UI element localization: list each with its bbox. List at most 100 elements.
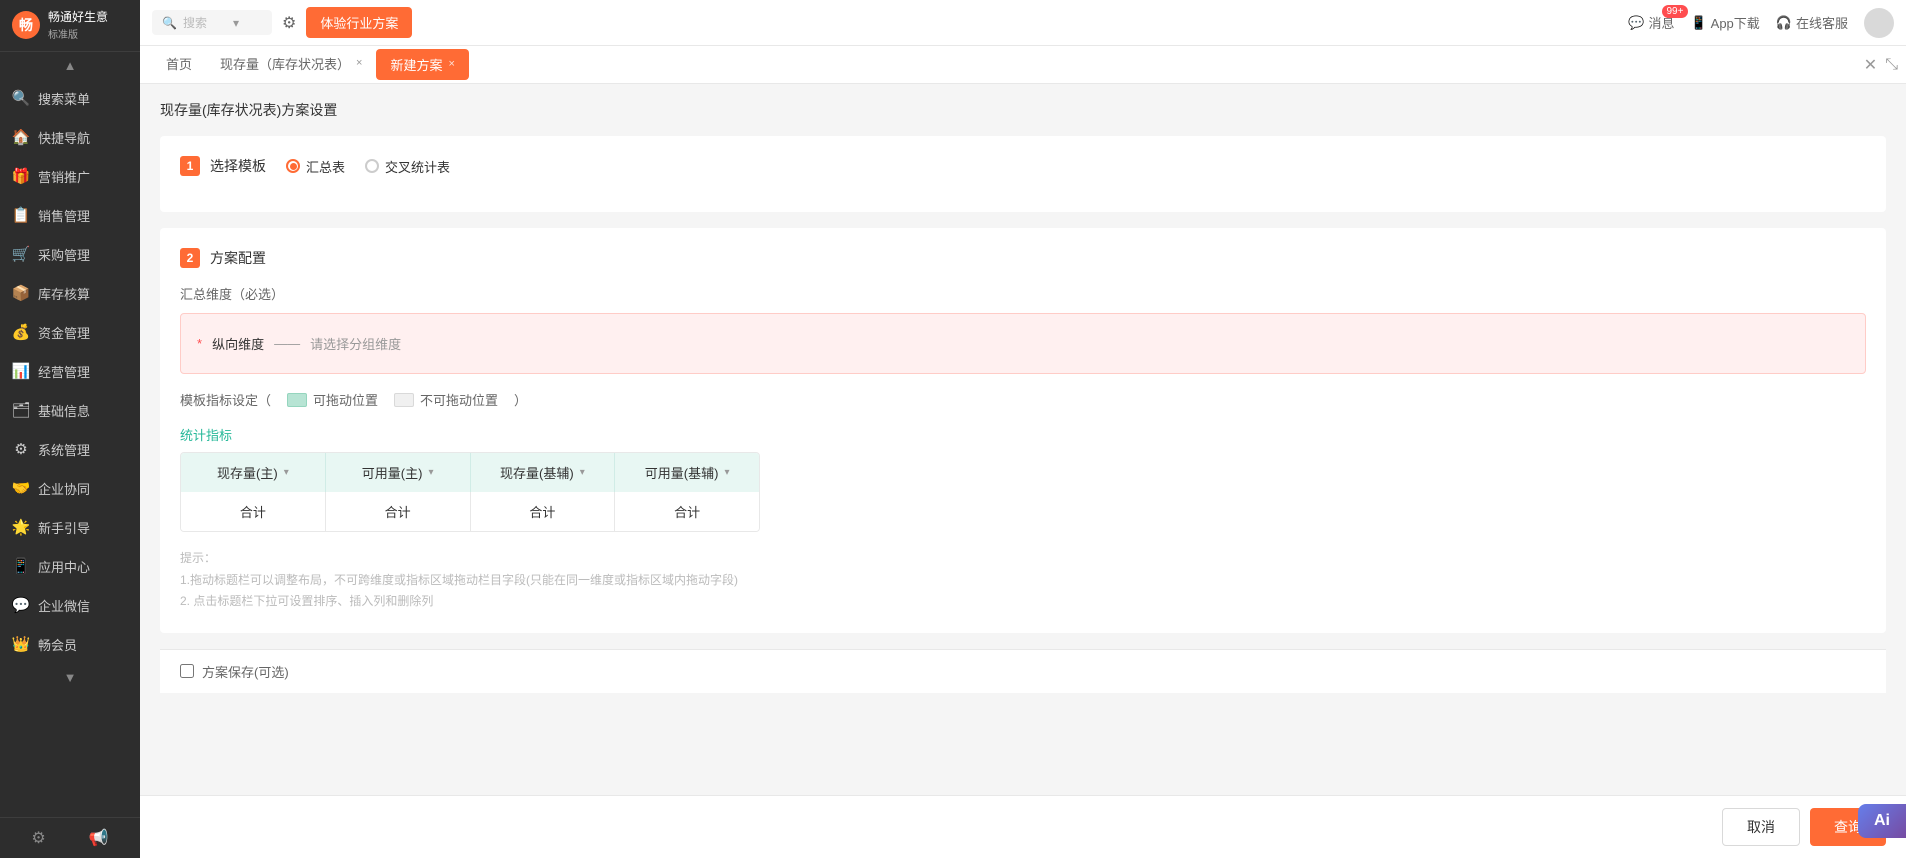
gift-icon: 🎁 (12, 167, 30, 185)
dropdown-icon: ▾ (233, 16, 239, 30)
tab-new-close[interactable]: × (448, 59, 454, 70)
app-download-button[interactable]: 📱 App下载 (1690, 13, 1759, 32)
sidebar-bottom: ⚙ 📢 (0, 817, 140, 858)
section1-num: 1 (180, 156, 200, 176)
sidebar-item-label: 新手引导 (38, 518, 90, 537)
sidebar-item-marketing[interactable]: 🎁 营销推广 (0, 157, 140, 196)
tab-home[interactable]: 首页 (152, 46, 206, 83)
sidebar-item-search[interactable]: 🔍 搜索菜单 (0, 79, 140, 118)
messages-button[interactable]: 💬 消息 99+ (1628, 13, 1674, 32)
tab-actions: ✕ ⤡ (1864, 55, 1906, 75)
sidebar-item-contract[interactable]: 🤝 企业协同 (0, 469, 140, 508)
stats-col-available-main[interactable]: 可用量(主) ▾ (326, 453, 471, 492)
phone-download-icon: 📱 (1690, 15, 1706, 31)
app-download-label: App下载 (1711, 13, 1760, 32)
col-inventory-base-label: 现存量(基辅) (500, 463, 574, 482)
tip-item-2: 2. 点击标题栏下拉可设置排序、插入列和删除列 (180, 591, 1866, 613)
section2-header: 2 方案配置 (180, 248, 1866, 268)
online-service-label: 在线客服 (1796, 13, 1848, 32)
col-available-main-label: 可用量(主) (362, 463, 423, 482)
stats-cell-0: 合计 (181, 492, 326, 531)
sidebar-item-new-guide[interactable]: 🌟 新手引导 (0, 508, 140, 547)
sales-icon: 📋 (12, 206, 30, 224)
save-option-label: 方案保存(可选) (202, 662, 289, 681)
sidebar-item-quick-nav[interactable]: 🏠 快捷导航 (0, 118, 140, 157)
tab-inventory-status[interactable]: 现存量（库存状况表） × (206, 46, 376, 83)
dimension-placeholder: 请选择分组维度 (310, 334, 401, 353)
main-content: 🔍 搜索 ▾ ⚙ 体验行业方案 💬 消息 99+ 📱 App下载 🎧 在线客服 (140, 0, 1906, 858)
tab-expand-icon[interactable]: ⤡ (1885, 56, 1898, 74)
radio-summary[interactable]: 汇总表 (286, 157, 345, 176)
stats-section: 统计指标 现存量(主) ▾ 可用量(主) ▾ 现存量(基辅) (180, 425, 1866, 532)
save-checkbox[interactable] (180, 664, 194, 678)
dimension-dash: —— (274, 336, 300, 351)
radio-cross[interactable]: 交叉统计表 (365, 157, 450, 176)
sidebar-item-operations[interactable]: 📊 经营管理 (0, 352, 140, 391)
col-inventory-base-dropdown: ▾ (580, 467, 585, 478)
section1-title: 选择模板 (210, 156, 266, 176)
col-inventory-main-dropdown: ▾ (284, 467, 289, 478)
sidebar-item-system[interactable]: ⚙ 系统管理 (0, 430, 140, 469)
section1-header: 1 选择模板 汇总表 交叉统计表 (180, 156, 1866, 176)
sidebar-item-basic[interactable]: 🗂 基础信息 (0, 391, 140, 430)
sidebar-item-purchase[interactable]: 🛒 采购管理 (0, 235, 140, 274)
tab-new-scheme[interactable]: 新建方案 × (376, 49, 468, 80)
settings-icon[interactable]: ⚙ (31, 828, 45, 848)
user-avatar[interactable] (1864, 8, 1894, 38)
topbar: 🔍 搜索 ▾ ⚙ 体验行业方案 💬 消息 99+ 📱 App下载 🎧 在线客服 (140, 0, 1906, 46)
section1-card: 1 选择模板 汇总表 交叉统计表 (160, 136, 1886, 212)
topbar-search[interactable]: 🔍 搜索 ▾ (152, 10, 272, 35)
search-placeholder: 搜索 (183, 14, 207, 31)
sidebar-item-label: 快捷导航 (38, 128, 90, 147)
dimension-box[interactable]: * 纵向维度 —— 请选择分组维度 (180, 313, 1866, 374)
save-option: 方案保存(可选) (160, 649, 1886, 693)
sidebar-scroll-up[interactable]: ▲ (0, 52, 140, 79)
sidebar-item-inventory[interactable]: 📦 库存核算 (0, 274, 140, 313)
trial-button[interactable]: 体验行业方案 (306, 7, 412, 38)
page-content: 现存量(库存状况表)方案设置 1 选择模板 汇总表 交叉统计表 (140, 84, 1906, 795)
chart-icon: 📊 (12, 362, 30, 380)
stats-title: 统计指标 (180, 425, 1866, 444)
sidebar-item-label: 经营管理 (38, 362, 90, 381)
col-available-base-label: 可用量(基辅) (645, 463, 719, 482)
sidebar-item-member[interactable]: 👑 畅会员 (0, 625, 140, 664)
sidebar-scroll-down[interactable]: ▼ (0, 664, 140, 691)
draggable-label: 可拖动位置 (313, 390, 378, 409)
section2-card: 2 方案配置 汇总维度（必选） * 纵向维度 —— 请选择分组维度 模板指标设定… (160, 228, 1886, 633)
sidebar-item-app-center[interactable]: 📱 应用中心 (0, 547, 140, 586)
col-inventory-main-label: 现存量(主) (217, 463, 278, 482)
template-radio-group: 汇总表 交叉统计表 (286, 157, 450, 176)
ai-button[interactable]: Ai (1858, 804, 1906, 838)
crown-icon: 👑 (12, 635, 30, 653)
sidebar-item-label: 企业协同 (38, 479, 90, 498)
tab-inventory-label: 现存量（库存状况表） (220, 54, 350, 73)
speaker-icon[interactable]: 📢 (89, 828, 109, 848)
sidebar-item-finance[interactable]: 💰 资金管理 (0, 313, 140, 352)
stats-col-available-base[interactable]: 可用量(基辅) ▾ (615, 453, 759, 492)
stats-table: 现存量(主) ▾ 可用量(主) ▾ 现存量(基辅) ▾ 可用量(基辅) (180, 452, 760, 532)
page-title: 现存量(库存状况表)方案设置 (160, 100, 1886, 120)
headset-icon: 🎧 (1776, 15, 1792, 31)
sidebar-item-label: 采购管理 (38, 245, 90, 264)
cart-icon: 🛒 (12, 245, 30, 263)
tab-close-window[interactable]: ✕ (1864, 55, 1877, 75)
wechat-icon: 💬 (12, 596, 30, 614)
online-service-button[interactable]: 🎧 在线客服 (1776, 13, 1848, 32)
sidebar-item-label: 搜索菜单 (38, 89, 90, 108)
stats-col-inventory-main[interactable]: 现存量(主) ▾ (181, 453, 326, 492)
sidebar-item-label: 企业微信 (38, 596, 90, 615)
tips-title: 提示： (180, 551, 216, 565)
cancel-button[interactable]: 取消 (1722, 808, 1800, 846)
stats-body-row: 合计 合计 合计 合计 (181, 492, 759, 531)
tab-inventory-close[interactable]: × (356, 58, 362, 69)
sidebar-item-sales[interactable]: 📋 销售管理 (0, 196, 140, 235)
sidebar-item-wechat[interactable]: 💬 企业微信 (0, 586, 140, 625)
col-available-base-dropdown: ▾ (724, 467, 729, 478)
stats-col-inventory-base[interactable]: 现存量(基辅) ▾ (471, 453, 616, 492)
box-icon: 📦 (12, 284, 30, 302)
sidebar-item-label: 应用中心 (38, 557, 90, 576)
radio-summary-label: 汇总表 (306, 157, 345, 176)
message-icon: 💬 (1628, 15, 1644, 31)
settings-topbar-icon[interactable]: ⚙ (282, 13, 296, 33)
sidebar-item-label: 系统管理 (38, 440, 90, 459)
